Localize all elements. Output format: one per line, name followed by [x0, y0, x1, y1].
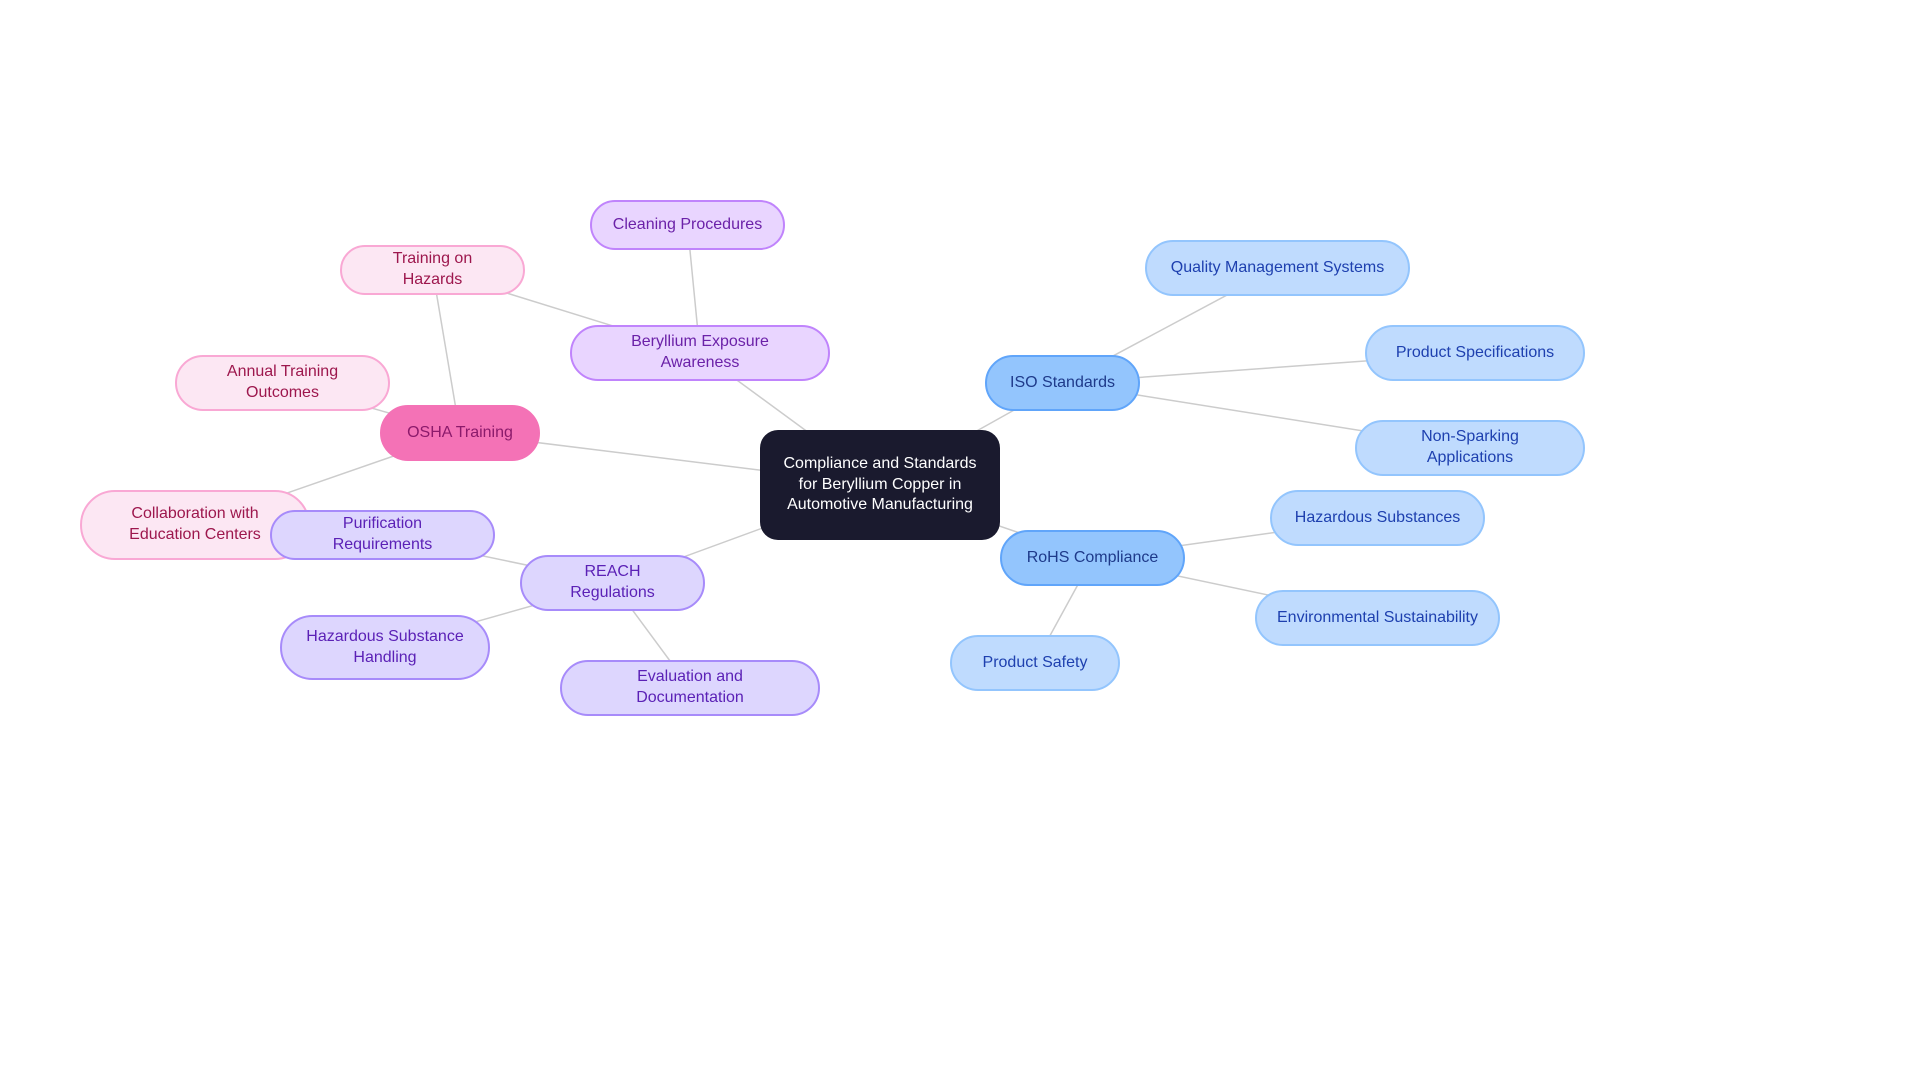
node-cleaning_procedures: Cleaning Procedures: [590, 200, 785, 250]
node-label-beryllium_exposure: Beryllium Exposure Awareness: [592, 332, 808, 374]
node-iso_standards: ISO Standards: [985, 355, 1140, 411]
node-osha_training: OSHA Training: [380, 405, 540, 461]
node-training_hazards: Training on Hazards: [340, 245, 525, 295]
node-annual_training: Annual Training Outcomes: [175, 355, 390, 411]
node-beryllium_exposure: Beryllium Exposure Awareness: [570, 325, 830, 381]
node-purification: Purification Requirements: [270, 510, 495, 560]
node-label-environmental: Environmental Sustainability: [1277, 608, 1478, 629]
node-label-cleaning_procedures: Cleaning Procedures: [613, 215, 762, 236]
node-label-product_safety: Product Safety: [983, 653, 1088, 674]
node-label-non_sparking: Non-Sparking Applications: [1377, 427, 1563, 469]
node-quality_mgmt: Quality Management Systems: [1145, 240, 1410, 296]
node-non_sparking: Non-Sparking Applications: [1355, 420, 1585, 476]
node-label-osha_training: OSHA Training: [407, 423, 513, 444]
node-rohs_compliance: RoHS Compliance: [1000, 530, 1185, 586]
node-hazardous_substances: Hazardous Substances: [1270, 490, 1485, 546]
node-label-iso_standards: ISO Standards: [1010, 373, 1115, 394]
node-label-training_hazards: Training on Hazards: [362, 249, 503, 291]
node-product_specs: Product Specifications: [1365, 325, 1585, 381]
node-reach_regulations: REACH Regulations: [520, 555, 705, 611]
node-environmental: Environmental Sustainability: [1255, 590, 1500, 646]
node-label-rohs_compliance: RoHS Compliance: [1027, 548, 1159, 569]
node-eval_documentation: Evaluation and Documentation: [560, 660, 820, 716]
node-label-quality_mgmt: Quality Management Systems: [1171, 258, 1384, 279]
node-label-purification: Purification Requirements: [292, 514, 473, 556]
node-label-reach_regulations: REACH Regulations: [542, 562, 683, 604]
node-label-annual_training: Annual Training Outcomes: [197, 362, 368, 404]
node-label-eval_documentation: Evaluation and Documentation: [582, 667, 798, 709]
center-node-label: Compliance and Standards for Beryllium C…: [780, 454, 980, 516]
node-label-collaboration: Collaboration with Education Centers: [102, 504, 288, 546]
node-label-product_specs: Product Specifications: [1396, 343, 1554, 364]
node-label-hazardous_substances: Hazardous Substances: [1295, 508, 1460, 529]
node-label-hazardous_handling: Hazardous Substance Handling: [302, 627, 468, 669]
node-hazardous_handling: Hazardous Substance Handling: [280, 615, 490, 680]
center-node: Compliance and Standards for Beryllium C…: [760, 430, 1000, 540]
node-product_safety: Product Safety: [950, 635, 1120, 691]
